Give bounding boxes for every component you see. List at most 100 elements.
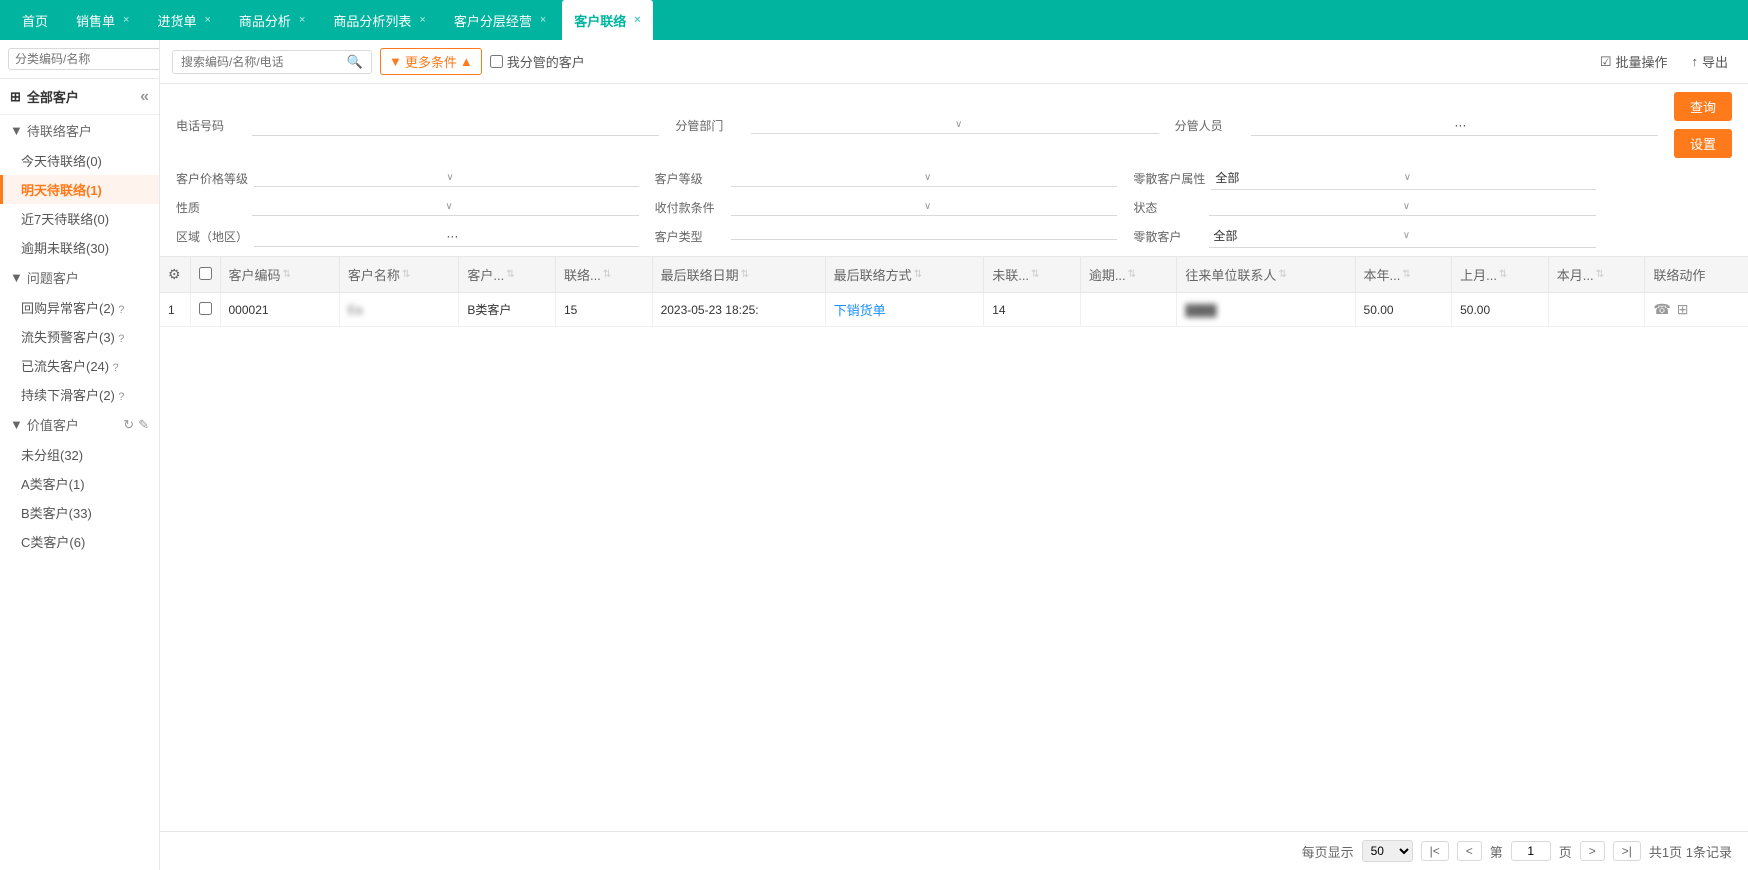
gender-select[interactable]: ∨ bbox=[252, 198, 639, 216]
row-select-checkbox[interactable] bbox=[199, 302, 212, 315]
churn-warning-label: 流失预警客户(3) bbox=[21, 330, 115, 345]
sidebar-item-churned[interactable]: 已流失客户(24) ? bbox=[0, 351, 159, 380]
main-layout: 🔍 ⊞ 全部客户 « ▼ 待联络客户 今天待联络(0) 明天待联络(1) 近7天… bbox=[0, 40, 1748, 870]
nav-customer-tier[interactable]: 客户分层经营 × bbox=[442, 0, 558, 40]
page-input-label: 第 bbox=[1490, 842, 1503, 861]
price-level-select[interactable]: ∨ bbox=[254, 169, 639, 187]
nav-product-list-close[interactable]: × bbox=[419, 14, 425, 26]
sidebar-item-7days[interactable]: 近7天待联络(0) bbox=[0, 204, 159, 233]
nav-product-analysis-close[interactable]: × bbox=[299, 14, 305, 26]
nav-product-analysis[interactable]: 商品分析 × bbox=[227, 0, 317, 40]
page-size-select[interactable]: 50 100 200 bbox=[1362, 840, 1413, 862]
value-group-label: 价值客户 bbox=[27, 415, 79, 434]
sidebar-group-pending[interactable]: ▼ 待联络客户 bbox=[0, 115, 159, 146]
prev-page-btn[interactable]: < bbox=[1457, 841, 1482, 861]
select-all-checkbox[interactable] bbox=[199, 267, 212, 280]
export-btn[interactable]: ↑ 导出 bbox=[1683, 49, 1736, 74]
dept-select[interactable]: ∨ bbox=[751, 116, 1158, 134]
sort-name[interactable]: ⇅ bbox=[402, 269, 410, 280]
phone-field: 电话号码 bbox=[176, 115, 659, 136]
class-b-label: B类客户(33) bbox=[21, 506, 92, 521]
last-page-btn[interactable]: >| bbox=[1613, 841, 1641, 861]
nav-product-list[interactable]: 商品分析列表 × bbox=[321, 0, 437, 40]
last-method-link[interactable]: 下销货单 bbox=[834, 303, 886, 318]
sort-uncontacted[interactable]: ⇅ bbox=[1031, 269, 1039, 280]
phone-action-icon[interactable]: ☎ bbox=[1653, 301, 1670, 318]
nav-customer-contact-close[interactable]: × bbox=[634, 14, 640, 26]
manager-dots[interactable]: ··· bbox=[1454, 118, 1654, 132]
batch-btn[interactable]: ☑ 批量操作 bbox=[1592, 49, 1676, 74]
th-contact-count: 联络... ⇅ bbox=[555, 257, 652, 293]
sidebar-group-value[interactable]: ▼ 价值客户 ↻ ✎ bbox=[0, 409, 159, 440]
sidebar-item-declining[interactable]: 持续下滑客户(2) ? bbox=[0, 380, 159, 409]
sort-this-year[interactable]: ⇅ bbox=[1402, 269, 1410, 280]
area-dots[interactable]: ··· bbox=[446, 229, 634, 243]
edit-icon[interactable]: ✎ bbox=[138, 417, 149, 433]
page-input[interactable] bbox=[1511, 841, 1551, 861]
sidebar-item-class-a[interactable]: A类客户(1) bbox=[0, 469, 159, 498]
th-contact-person: 往来单位联系人 ⇅ bbox=[1177, 257, 1355, 293]
row-uncontacted: 14 bbox=[984, 293, 1081, 327]
sidebar-item-class-c[interactable]: C类客户(6) bbox=[0, 527, 159, 556]
checkbox-icon: ☑ bbox=[1600, 54, 1612, 70]
sort-last-date[interactable]: ⇅ bbox=[741, 269, 749, 280]
today-label: 今天待联络(0) bbox=[21, 154, 102, 169]
sort-last-month[interactable]: ⇅ bbox=[1499, 269, 1507, 280]
retail-attr-select[interactable]: 全部 ∨ bbox=[1211, 166, 1596, 190]
query-btn[interactable]: 查询 bbox=[1674, 92, 1732, 121]
phone-input[interactable] bbox=[252, 115, 659, 136]
customer-type-select[interactable] bbox=[731, 233, 1118, 240]
nav-purchase[interactable]: 进货单 × bbox=[145, 0, 222, 40]
sidebar-item-class-b[interactable]: B类客户(33) bbox=[0, 498, 159, 527]
search-icon[interactable]: 🔍 bbox=[347, 54, 363, 70]
sidebar-item-ungrouped[interactable]: 未分组(32) bbox=[0, 440, 159, 469]
sidebar-collapse-btn[interactable]: « bbox=[140, 88, 149, 106]
sort-last-method[interactable]: ⇅ bbox=[914, 269, 922, 280]
nav-sales-close[interactable]: × bbox=[123, 14, 129, 26]
next-page-btn[interactable]: > bbox=[1580, 841, 1605, 861]
sort-code[interactable]: ⇅ bbox=[283, 269, 291, 280]
sidebar-item-today[interactable]: 今天待联络(0) bbox=[0, 146, 159, 175]
sidebar-item-churn-warning[interactable]: 流失预警客户(3) ? bbox=[0, 322, 159, 351]
nav-home[interactable]: 首页 bbox=[10, 0, 60, 40]
th-checkbox bbox=[190, 257, 220, 293]
sort-contact-person[interactable]: ⇅ bbox=[1278, 269, 1286, 280]
area-select[interactable]: ··· bbox=[254, 226, 639, 247]
arrow-down-icon2: ▼ bbox=[10, 270, 23, 285]
first-page-btn[interactable]: |< bbox=[1421, 841, 1449, 861]
settings-btn[interactable]: 设置 bbox=[1674, 129, 1732, 158]
gear-settings-icon[interactable]: ⚙ bbox=[168, 266, 181, 282]
retail-customer-select[interactable]: 全部 ∨ bbox=[1209, 224, 1596, 248]
sort-overdue[interactable]: ⇅ bbox=[1128, 269, 1136, 280]
row-this-month bbox=[1548, 293, 1645, 327]
refresh-icon[interactable]: ↻ bbox=[123, 417, 134, 433]
filter-btn[interactable]: ▼ 更多条件 ▲ bbox=[380, 48, 482, 75]
sort-this-month[interactable]: ⇅ bbox=[1596, 269, 1604, 280]
status-label: 状态 bbox=[1133, 199, 1203, 216]
search-wrap: 🔍 bbox=[172, 50, 372, 74]
grid-action-icon[interactable]: ⊞ bbox=[1677, 301, 1689, 318]
arrow-down-icon3: ▼ bbox=[10, 417, 23, 432]
filter-btn-label: 更多条件 bbox=[405, 52, 457, 71]
sidebar-group-problem[interactable]: ▼ 问题客户 bbox=[0, 262, 159, 293]
nav-customer-tier-close[interactable]: × bbox=[540, 14, 546, 26]
sidebar-item-overdue[interactable]: 逾期未联络(30) bbox=[0, 233, 159, 262]
manager-select[interactable]: ··· bbox=[1251, 115, 1658, 136]
sidebar-item-tomorrow[interactable]: 明天待联络(1) bbox=[0, 175, 159, 204]
customer-level-select[interactable]: ∨ bbox=[731, 169, 1118, 187]
pending-group-label: 待联络客户 bbox=[27, 121, 92, 140]
nav-sales[interactable]: 销售单 × bbox=[64, 0, 141, 40]
status-select[interactable]: ∨ bbox=[1209, 198, 1596, 216]
sort-contact[interactable]: ⇅ bbox=[603, 269, 611, 280]
sidebar-search-input[interactable] bbox=[8, 48, 160, 70]
th-settings: ⚙ bbox=[160, 257, 190, 293]
sort-type[interactable]: ⇅ bbox=[506, 269, 514, 280]
price-level-chev: ∨ bbox=[446, 172, 634, 183]
sidebar-item-abnormal[interactable]: 回购异常客户(2) ? bbox=[0, 293, 159, 322]
payment-select[interactable]: ∨ bbox=[731, 198, 1118, 216]
sidebar-all-customers[interactable]: ⊞ 全部客户 « bbox=[0, 79, 159, 115]
nav-purchase-close[interactable]: × bbox=[204, 14, 210, 26]
my-customers-checkbox[interactable] bbox=[490, 55, 503, 68]
nav-customer-contact[interactable]: 客户联络 × bbox=[562, 0, 652, 40]
search-input[interactable] bbox=[181, 55, 343, 69]
